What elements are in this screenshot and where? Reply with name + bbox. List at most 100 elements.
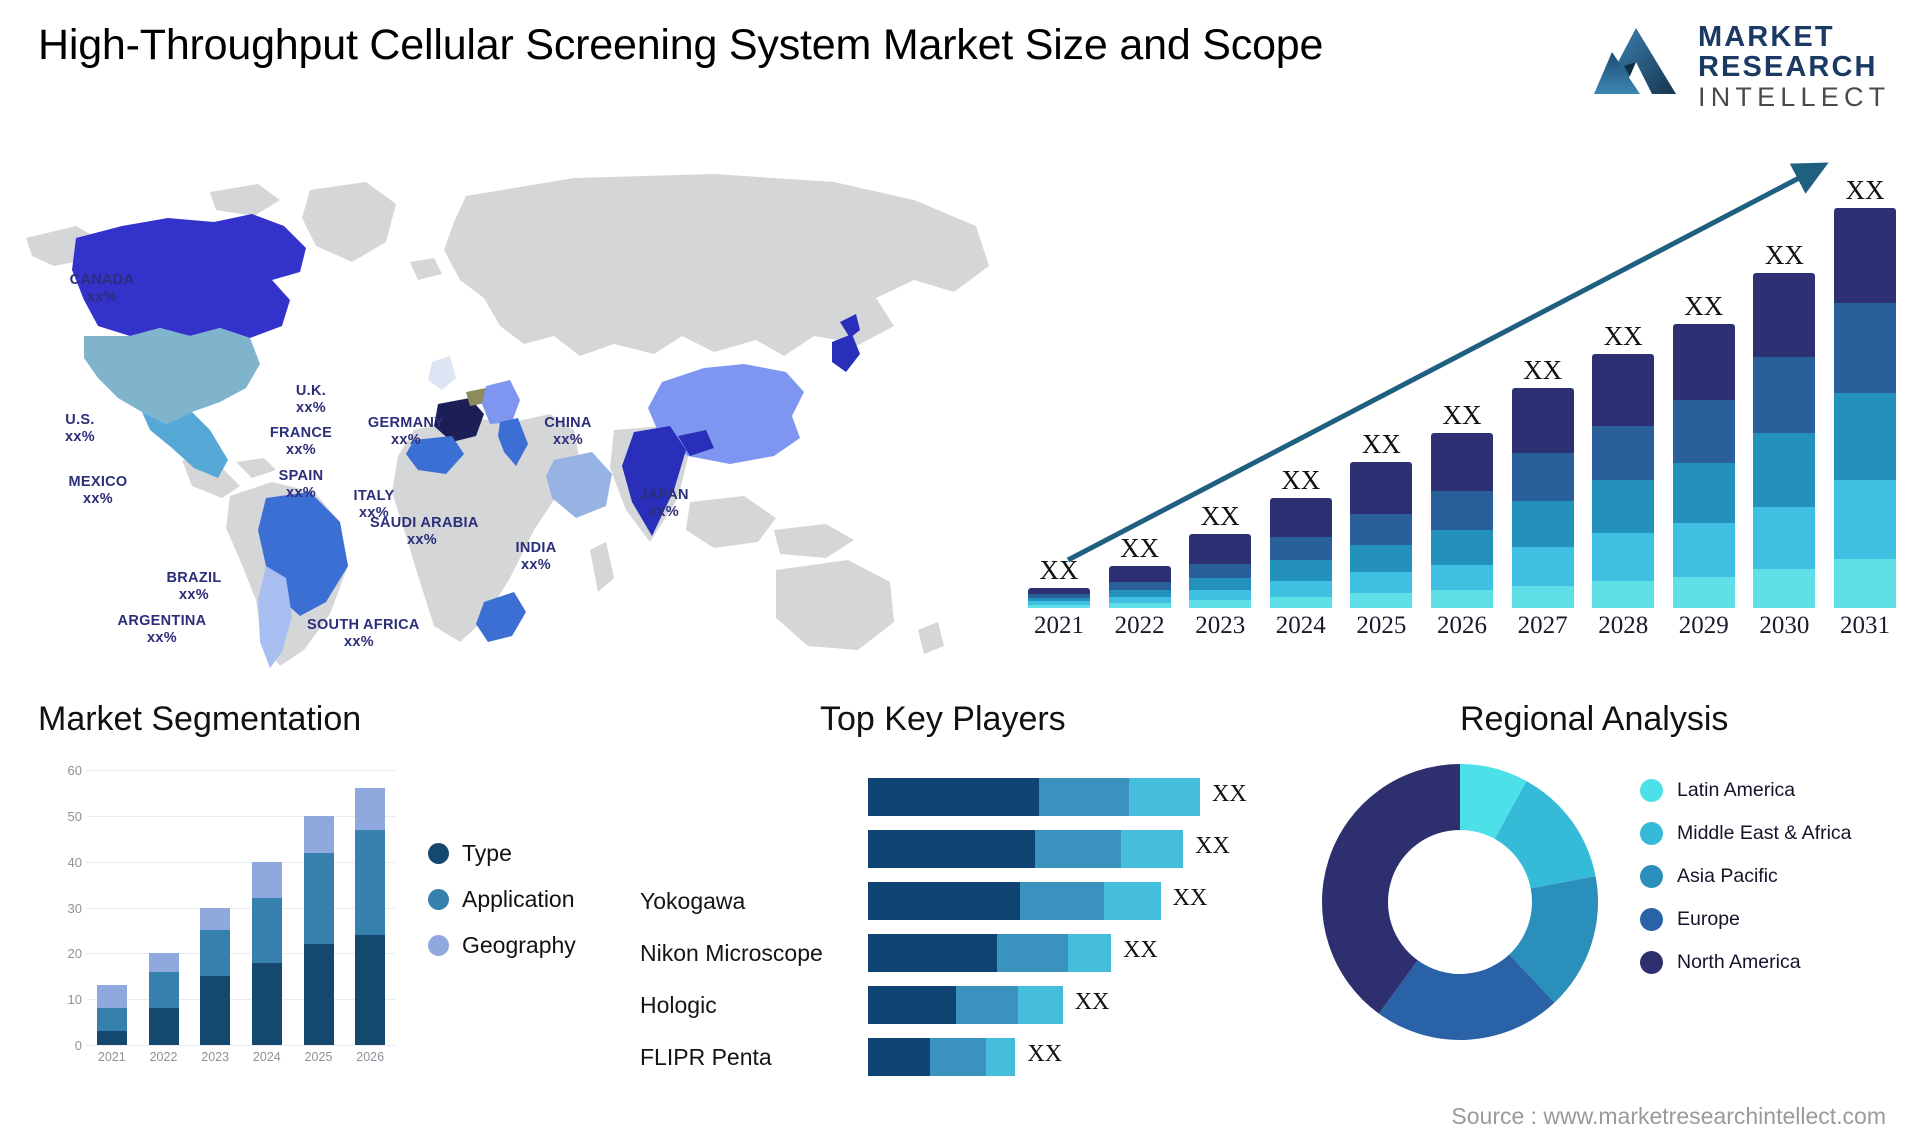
segmentation-segment-geography [355, 788, 386, 830]
growth-year-label-2024: 2024 [1275, 612, 1326, 639]
growth-bar-2029: XX [1672, 291, 1735, 608]
key-player-bar [868, 1038, 1016, 1076]
growth-bar-2021: XX [1028, 555, 1090, 608]
regional-donut-chart [1320, 762, 1600, 1042]
growth-segment-segment-1-navy [1269, 498, 1332, 537]
segmentation-x-tick-2026: 2026 [356, 1050, 385, 1064]
segmentation-segment-type [355, 935, 386, 1045]
legend-dot-icon [428, 842, 449, 864]
growth-segment-segment-2-steel [1350, 513, 1413, 545]
map-label-percent: xx% [179, 587, 209, 604]
segmentation-bar-2022 [148, 953, 179, 1045]
key-player-segment-segment-c [1017, 986, 1063, 1024]
segmentation-segment-geography [148, 953, 179, 972]
growth-segment-segment-2-steel [1672, 400, 1735, 463]
growth-segment-segment-1-navy [1431, 433, 1493, 492]
growth-segment-segment-2-steel [1753, 356, 1816, 434]
growth-bar-value: XX [1120, 533, 1160, 564]
segmentation-y-tick: 40 [67, 854, 82, 870]
map-country-mexico [142, 412, 228, 478]
growth-bar-value: XX [1200, 500, 1240, 531]
map-label-name: CANADA [69, 272, 135, 288]
legend-dot-icon [1640, 864, 1663, 888]
growth-year-label-2029: 2029 [1678, 612, 1729, 639]
segmentation-legend: Type Application Geography [428, 830, 638, 968]
map-label-china: CHINA xx% [516, 415, 620, 449]
segmentation-bar-2021 [96, 985, 127, 1045]
growth-segment-segment-2-steel [1834, 303, 1896, 394]
key-player-segment-segment-a [868, 1038, 930, 1076]
growth-segment-segment-5-cyan [1511, 586, 1574, 608]
key-player-segment-segment-b [1039, 778, 1130, 816]
map-label-name: ARGENTINA [117, 613, 207, 629]
segmentation-bar-2023 [200, 907, 231, 1045]
growth-segment-segment-5-cyan [1350, 593, 1413, 608]
growth-bar-2027: XX [1511, 355, 1574, 608]
growth-bar-value: XX [1523, 355, 1563, 386]
map-label-japan: JAPAN xx% [612, 487, 716, 521]
growth-segment-segment-3-teal [1592, 479, 1655, 533]
segmentation-legend-label: Type [462, 839, 512, 866]
map-country-us [84, 328, 260, 424]
page-title: High-Throughput Cellular Screening Syste… [38, 21, 1324, 69]
growth-segment-segment-3-teal [1189, 577, 1252, 590]
key-player-segment-segment-a [868, 778, 1040, 816]
growth-year-label-2030: 2030 [1759, 612, 1810, 639]
map-label-percent: xx% [87, 289, 117, 306]
map-label-france: FRANCE xx% [249, 425, 353, 459]
segmentation-legend-label: Geography [462, 931, 576, 958]
growth-bar-2028: XX [1592, 321, 1655, 608]
segmentation-segment-application [251, 898, 282, 963]
key-player-row: Nikon Microscope XX [640, 934, 1300, 972]
segmentation-segment-application [96, 1008, 127, 1032]
growth-bars-area: XX XX XX XX XX XX XX XX XX XX XX [1028, 175, 1896, 608]
key-player-row: XX [640, 830, 1300, 868]
map-label-name: CHINA [544, 415, 592, 431]
map-country-germany [482, 380, 520, 424]
growth-segment-segment-5-cyan [1028, 604, 1090, 608]
growth-bar-value: XX [1281, 465, 1321, 496]
growth-segment-segment-1-navy [1592, 354, 1655, 427]
segmentation-segment-geography [96, 985, 127, 1009]
segmentation-segment-type [200, 976, 231, 1045]
growth-segment-segment-1-navy [1753, 272, 1816, 357]
growth-segment-segment-5-cyan [1189, 600, 1252, 608]
map-label-argentina: ARGENTINA xx% [110, 613, 214, 647]
growth-bar-2030: XX [1753, 240, 1816, 608]
map-label-name: SPAIN [278, 468, 324, 484]
growth-segment-segment-4-sky [1350, 572, 1413, 594]
growth-year-label-2027: 2027 [1517, 612, 1568, 639]
segmentation-x-tick-2022: 2022 [149, 1050, 178, 1064]
key-player-bar [868, 882, 1161, 920]
map-label-name: FRANCE [269, 425, 333, 441]
map-label-percent: xx% [296, 400, 326, 417]
segmentation-x-tick-2021: 2021 [97, 1050, 126, 1064]
key-player-segment-segment-b [1019, 882, 1105, 920]
segmentation-gridline [86, 907, 396, 909]
regional-legend-item-latin-america: Latin America [1640, 778, 1910, 803]
key-player-segment-segment-c [1129, 778, 1200, 816]
growth-segment-segment-5-cyan [1753, 569, 1816, 608]
key-player-name: Nikon Microscope [640, 940, 823, 966]
logo-line-intellect: INTELLECT [1698, 82, 1891, 113]
growth-bar-value: XX [1442, 400, 1482, 431]
legend-dot-icon [428, 934, 449, 956]
map-label-percent: xx% [553, 432, 583, 449]
legend-dot-icon [428, 888, 449, 910]
growth-bar-2025: XX [1350, 429, 1413, 608]
growth-segment-segment-1-navy [1350, 461, 1413, 514]
segmentation-x-axis: 2021 2022 2023 2024 2025 2026 [86, 1050, 396, 1072]
map-label-percent: xx% [407, 532, 437, 549]
growth-bar-value: XX [1764, 239, 1804, 270]
brand-logo: MARKET RESEARCH INTELLECT [1590, 14, 1890, 112]
segmentation-gridline [86, 999, 396, 1001]
key-player-value: XX [1172, 885, 1208, 911]
market-segmentation-title: Market Segmentation [38, 700, 362, 738]
growth-year-label-2021: 2021 [1034, 612, 1084, 639]
growth-segment-segment-5-cyan [1672, 576, 1735, 608]
key-player-value: XX [1195, 833, 1230, 859]
segmentation-y-tick: 60 [67, 763, 82, 778]
logo-line-research: RESEARCH [1698, 51, 1878, 84]
key-player-value: XX [1074, 989, 1110, 1015]
growth-year-label-2025: 2025 [1356, 612, 1407, 639]
